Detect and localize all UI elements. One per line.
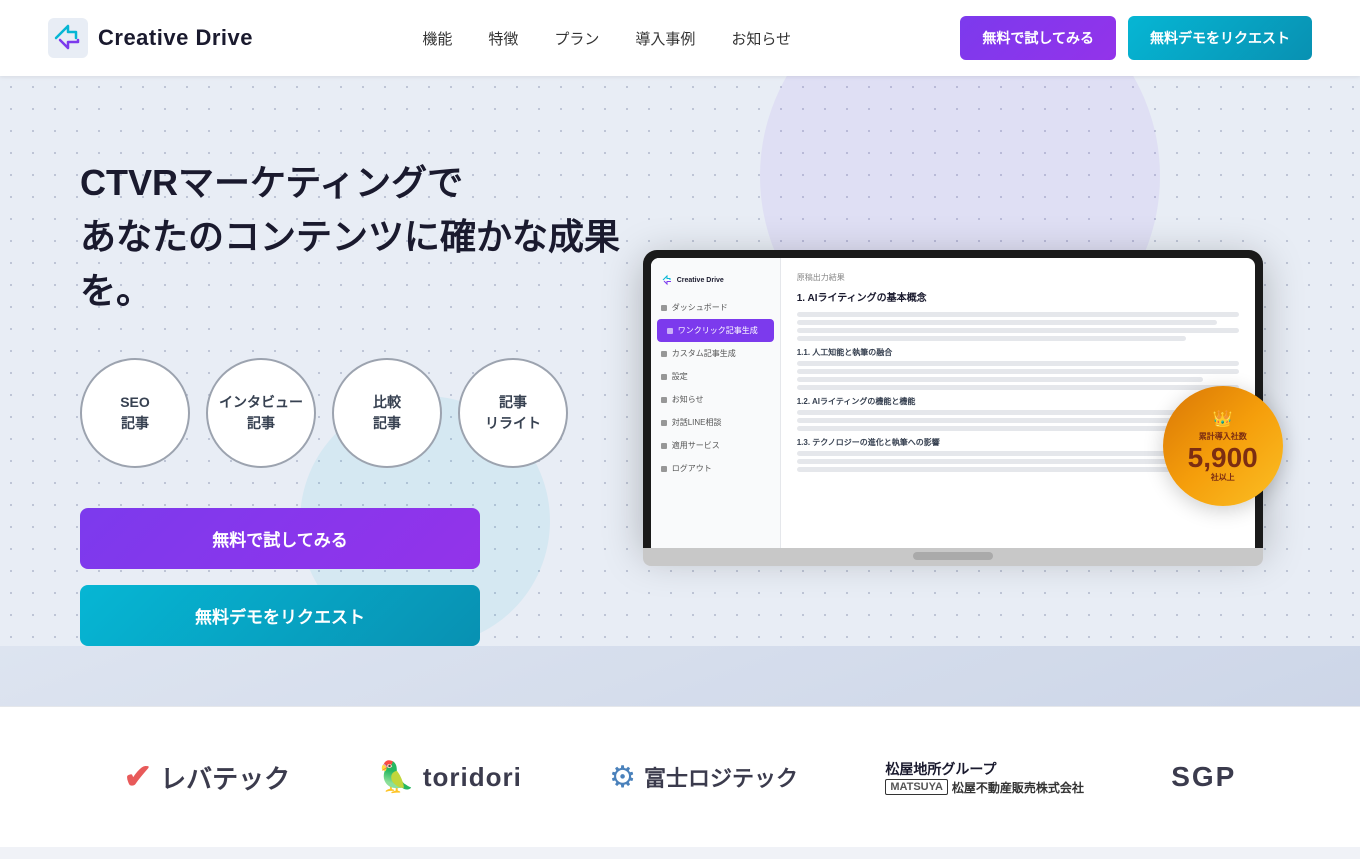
matsuya-main-text: 松屋地所グループ xyxy=(885,759,1084,779)
badge-rewrite[interactable]: 記事 リライト xyxy=(458,358,568,468)
brand-fuji: ⚙ 富士ロジテック xyxy=(609,760,798,795)
sgp-text: SGP xyxy=(1171,761,1236,793)
text-line-5 xyxy=(797,361,1239,366)
text-line-7 xyxy=(797,377,1204,382)
laptop-menu-oneclick: ワンクリック記事生成 xyxy=(657,319,774,342)
header-trial-button[interactable]: 無料で試してみる xyxy=(960,16,1116,60)
menu-icon-line xyxy=(661,420,667,426)
menu-icon-news xyxy=(661,397,667,403)
fuji-text: 富士ロジテック xyxy=(644,761,798,793)
fuji-gear-icon: ⚙ xyxy=(609,760,636,795)
nav: 機能 特徴 プラン 導入事例 お知らせ xyxy=(422,28,791,49)
header-demo-button[interactable]: 無料デモをリクエスト xyxy=(1128,16,1312,60)
nav-item-news[interactable]: お知らせ xyxy=(731,28,791,49)
hero-title-line1: CTVRマーケティングで xyxy=(80,162,463,203)
hero-right: Creative Drive ダッシュボード ワンクリック記事生成 カ xyxy=(625,136,1280,556)
nav-item-plans[interactable]: プラン xyxy=(554,28,599,49)
hero-title-line2: あなたのコンテンツに確かな成果を。 xyxy=(80,216,620,311)
logos-bar: ✔ レバテック 🦜 toridori ⚙ 富士ロジテック 松屋地所グループ MA… xyxy=(0,706,1360,847)
logo-text: Creative Drive xyxy=(98,25,253,51)
badge-unit: 社以上 xyxy=(1211,472,1235,483)
brand-revatec: ✔ レバテック xyxy=(124,757,291,797)
gold-badge-inner: 👑 累計導入社数 5,900 社以上 xyxy=(1163,386,1283,506)
nav-actions: 無料で試してみる 無料デモをリクエスト xyxy=(960,16,1312,60)
crown-icon: 👑 xyxy=(1213,409,1233,429)
laptop-logo-icon xyxy=(661,274,673,286)
laptop-mockup: Creative Drive ダッシュボード ワンクリック記事生成 カ xyxy=(643,250,1263,566)
toridori-bird-icon: 🦜 xyxy=(377,760,414,795)
laptop-output-label: 原稿出力結果 xyxy=(797,272,1239,283)
badge-cumulative-text: 累計導入社数 xyxy=(1199,431,1247,442)
text-line-13 xyxy=(797,459,1217,464)
gold-badge: 👑 累計導入社数 5,900 社以上 xyxy=(1163,386,1283,506)
laptop-sub-title-1: 1.1. 人工知能と執筆の融合 xyxy=(797,347,1239,358)
logo-icon xyxy=(48,18,88,58)
menu-icon-settings xyxy=(661,374,667,380)
badge-number: 5,900 xyxy=(1188,444,1258,472)
text-line-2 xyxy=(797,320,1217,325)
brand-sgp: SGP xyxy=(1171,761,1236,793)
menu-icon-dashboard xyxy=(661,305,667,311)
laptop-menu-settings: 設定 xyxy=(651,365,780,388)
brand-toridori: 🦜 toridori xyxy=(377,760,521,795)
hero-title: CTVRマーケティングで あなたのコンテンツに確かな成果を。 xyxy=(80,156,625,318)
hero-badges: SEO 記事 インタビュー 記事 比較 記事 記事 リライト xyxy=(80,358,625,468)
laptop-menu-news: お知らせ xyxy=(651,388,780,411)
menu-icon-custom xyxy=(661,351,667,357)
menu-icon-logout xyxy=(661,466,667,472)
revatec-text: レバテック xyxy=(160,759,290,796)
text-line-6 xyxy=(797,369,1239,374)
badge-interview[interactable]: インタビュー 記事 xyxy=(206,358,316,468)
badge-comparison[interactable]: 比較 記事 xyxy=(332,358,442,468)
matsuya-sub-text: 松屋不動産販売株式会社 xyxy=(952,779,1084,796)
toridori-text: toridori xyxy=(423,762,522,793)
laptop-base xyxy=(643,548,1263,566)
nav-item-characteristics[interactable]: 特徴 xyxy=(488,28,518,49)
hero-buttons: 無料で試してみる 無料デモをリクエスト xyxy=(80,508,480,646)
laptop-menu-line: 対話LINE相談 xyxy=(651,411,780,434)
menu-icon-oneclick xyxy=(667,328,673,334)
laptop-menu-service: 適用サービス xyxy=(651,434,780,457)
hero-trial-button[interactable]: 無料で試してみる xyxy=(80,508,480,569)
logo-link[interactable]: Creative Drive xyxy=(48,18,253,58)
hero-demo-button[interactable]: 無料デモをリクエスト xyxy=(80,585,480,646)
nav-item-cases[interactable]: 導入事例 xyxy=(635,28,695,49)
laptop-main-heading: 1. AIライティングの基本概念 xyxy=(797,289,1239,304)
badge-seo[interactable]: SEO 記事 xyxy=(80,358,190,468)
laptop-menu-custom: カスタム記事生成 xyxy=(651,342,780,365)
matsuya-label: MATSUYA xyxy=(885,779,948,795)
text-line-3 xyxy=(797,328,1239,333)
hero-bottom-space xyxy=(0,646,1360,706)
brand-matsuya: 松屋地所グループ MATSUYA 松屋不動産販売株式会社 xyxy=(885,759,1084,796)
text-line-10 xyxy=(797,418,1221,423)
laptop-sidebar: Creative Drive ダッシュボード ワンクリック記事生成 カ xyxy=(651,258,781,548)
revatec-checkmark-icon: ✔ xyxy=(124,757,153,797)
laptop-menu-logout: ログアウト xyxy=(651,457,780,480)
hero-section: CTVRマーケティングで あなたのコンテンツに確かな成果を。 SEO 記事 イン… xyxy=(0,76,1360,646)
laptop-menu-dashboard: ダッシュボード xyxy=(651,296,780,319)
laptop-logo: Creative Drive xyxy=(651,268,780,296)
header: Creative Drive 機能 特徴 プラン 導入事例 お知らせ 無料で試し… xyxy=(0,0,1360,76)
menu-icon-service xyxy=(661,443,667,449)
hero-left: CTVRマーケティングで あなたのコンテンツに確かな成果を。 SEO 記事 イン… xyxy=(80,136,625,646)
text-line-4 xyxy=(797,336,1186,341)
text-line-1 xyxy=(797,312,1239,317)
nav-item-features[interactable]: 機能 xyxy=(422,28,452,49)
